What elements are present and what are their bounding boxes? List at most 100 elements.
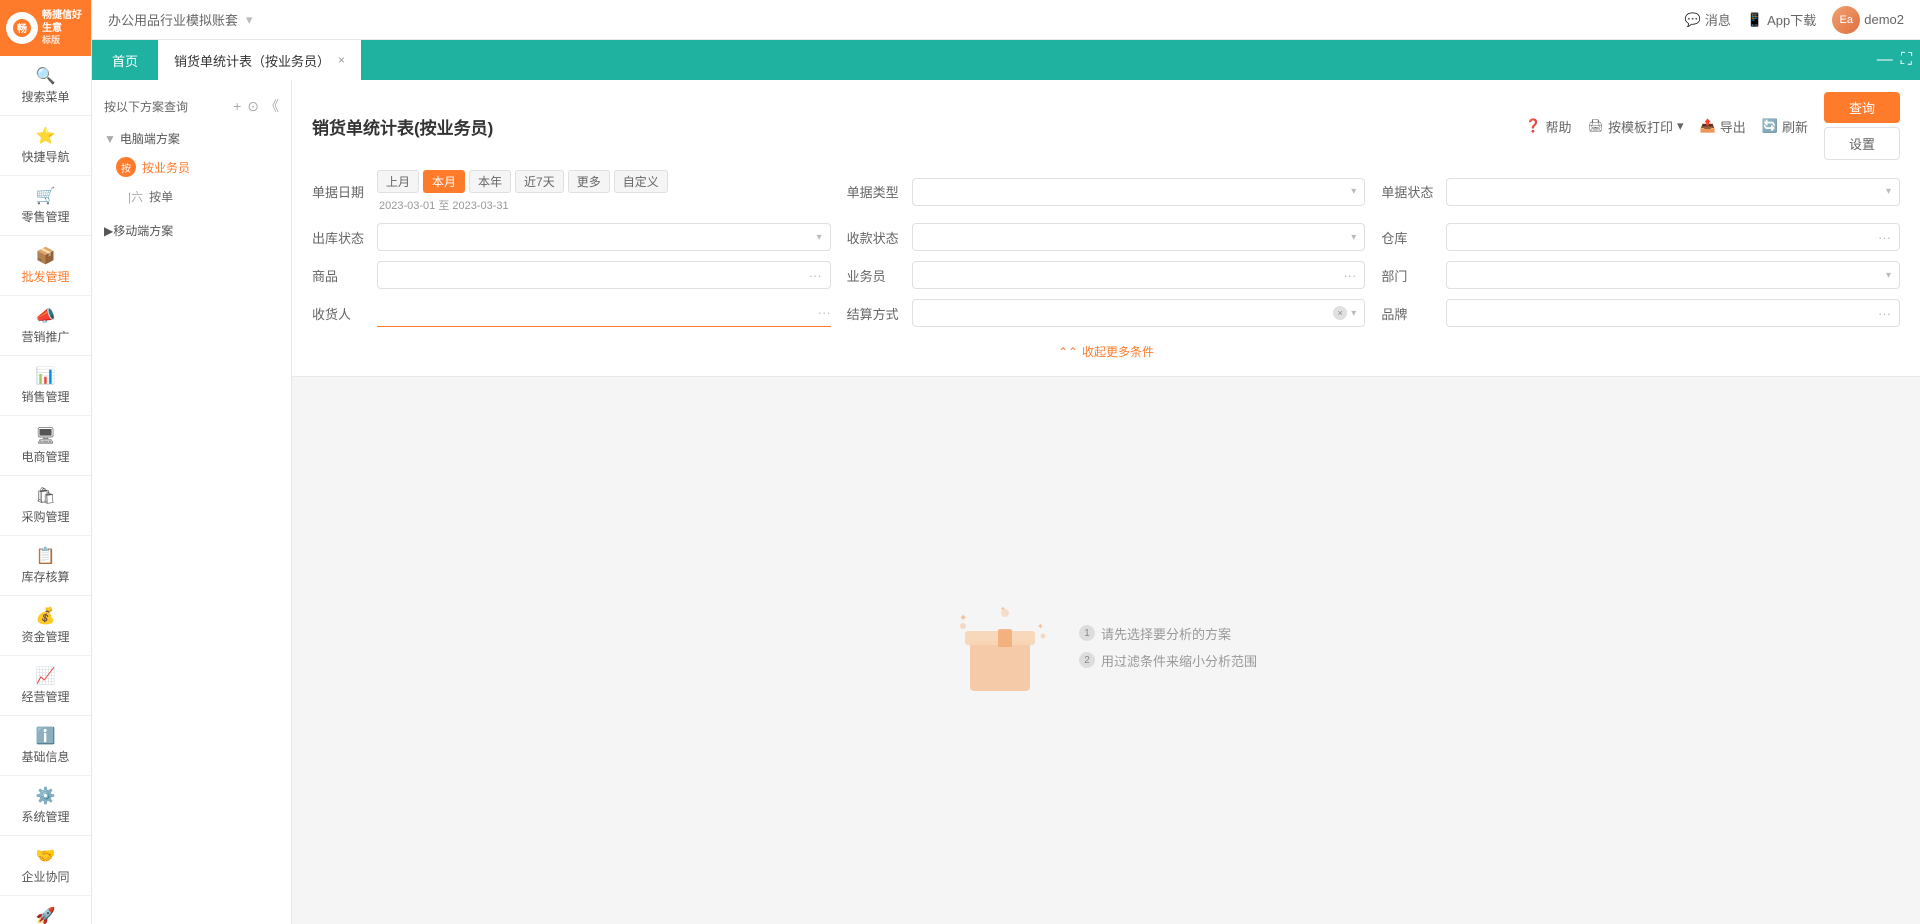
svg-text:✦: ✦ [1000,605,1006,613]
settlement-col: 结算方式 × ▾ [847,299,1366,327]
settlement-clear-btn[interactable]: × [1333,306,1347,320]
copy-scheme-btn[interactable]: ⊙ [247,98,259,115]
doc-status-control[interactable]: ▾ [1446,178,1900,206]
header-right: 💬 消息 📱 App下载 Ea demo2 [1685,6,1904,34]
collapse-filter-btn[interactable]: ⌃⌃ 收起更多条件 [312,337,1900,366]
purchase-icon: 🛍 [4,486,87,506]
date-btn-custom[interactable]: 自定义 [614,170,668,193]
sales-icon: 📊 [4,366,87,386]
sidebar-item-purchase[interactable]: 🛍 采购管理 [0,476,91,536]
message-icon: 💬 [1685,12,1701,28]
doc-type-arrow: ▾ [1351,186,1356,197]
help-btn[interactable]: ❓ 帮助 [1525,117,1571,136]
tab-maximize-btn[interactable]: ⛶ [1901,51,1912,69]
sidebar-item-enterprise[interactable]: 🤝 企业协同 [0,836,91,896]
filter-row-4: 收货人 ··· 结算方式 × ▾ [312,299,1900,327]
query-settings-btns: 查询 设置 [1824,92,1900,160]
tab-home[interactable]: 首页 [92,40,158,80]
sidebar-item-sales[interactable]: 📊 销售管理 [0,356,91,416]
sidebar-item-shortcut[interactable]: ⭐ 快捷导航 [0,116,91,176]
mobile-group-arrow: ▶ [104,224,113,238]
brand-control[interactable]: ··· [1446,299,1900,327]
left-panel-header: 按以下方案查询 + ⊙ 《 [92,90,291,122]
print-btn[interactable]: 🖨 按模板打印 ▾ [1588,117,1684,136]
date-range-display: 2023-03-01 至 2023-03-31 [377,197,831,213]
svg-text:畅: 畅 [17,22,27,35]
empty-content: ✦ ✦ ✦ 1 请先选择要分析的方案 2 用过滤条件来缩小分析范围 [955,601,1257,701]
date-btn-this-year[interactable]: 本年 [469,170,511,193]
sidebar-item-search[interactable]: 🔍 搜索菜单 [0,56,91,116]
consignee-control[interactable]: ··· [377,299,831,327]
warehouse-dots: ··· [1878,230,1891,245]
app-download-btn[interactable]: 📱 App下载 [1747,10,1816,29]
doc-type-label: 单据类型 [847,182,912,201]
sidebar-item-wholesale[interactable]: 📦 批发管理 [0,236,91,296]
mobile-group-header[interactable]: ▶ 移动端方案 [92,218,291,243]
out-status-control[interactable]: ▾ [377,223,831,251]
empty-tips: 1 请先选择要分析的方案 2 用过滤条件来缩小分析范围 [1079,624,1257,678]
empty-tip-1: 1 请先选择要分析的方案 [1079,624,1257,643]
top-header: 办公用品行业模拟账套 ▾ 💬 消息 📱 App下载 Ea demo2 [92,0,1920,40]
sidebar-item-base[interactable]: ℹ️ 基础信息 [0,716,91,776]
settlement-control[interactable]: × ▾ [912,299,1366,327]
tab-active[interactable]: 销货单统计表（按业务员） × [158,40,361,80]
operations-icon: 📈 [4,666,87,686]
date-btn-last-month[interactable]: 上月 [377,170,419,193]
query-button[interactable]: 查询 [1824,92,1900,123]
brand-label: 品牌 [1381,304,1446,323]
warehouse-control[interactable]: ··· [1446,223,1900,251]
left-panel: 按以下方案查询 + ⊙ 《 ▼ 电脑端方案 按 按业务员 [92,80,292,924]
salesperson-control[interactable]: ··· [912,261,1366,289]
sidebar-item-marketing[interactable]: 📣 营销推广 [0,296,91,356]
svg-text:✦: ✦ [959,613,967,624]
out-status-col: 出库状态 ▾ [312,223,831,251]
date-btn-7days[interactable]: 近7天 [515,170,564,193]
sidebar-item-system[interactable]: ⚙️ 系统管理 [0,776,91,836]
filter-row-1: 单据日期 上月 本月 本年 近7天 更多 自定义 20 [312,170,1900,213]
doc-status-col: 单据状态 ▾ [1381,178,1900,206]
user-profile[interactable]: Ea demo2 [1832,6,1904,34]
sidebar-item-newuser[interactable]: 🚀 新手引导 [0,896,91,924]
dropdown-arrow[interactable]: ▾ [246,12,253,28]
avatar: Ea [1832,6,1860,34]
warehouse-label: 仓库 [1381,228,1446,247]
doc-type-control[interactable]: ▾ [912,178,1366,206]
warehouse-col: 仓库 ··· [1381,223,1900,251]
sidebar-item-retail[interactable]: 🛒 零售管理 [0,176,91,236]
sidebar-item-inventory[interactable]: 📋 库存核算 [0,536,91,596]
department-control[interactable]: ▾ [1446,261,1900,289]
goods-dots: ··· [809,268,822,283]
settlement-label: 结算方式 [847,304,912,323]
refresh-btn[interactable]: 🔄 刷新 [1762,117,1808,136]
scheme-sub-item-order[interactable]: |六 按单 [92,183,291,210]
add-scheme-btn[interactable]: + [233,98,241,114]
goods-control[interactable]: ··· [377,261,831,289]
sidebar-item-operations[interactable]: 📈 经营管理 [0,656,91,716]
doc-status-label: 单据状态 [1381,182,1446,201]
date-label: 单据日期 [312,182,377,201]
app-logo: 畅 畅捷信好生意 标版 [0,0,91,56]
export-btn[interactable]: 📤 导出 [1700,117,1746,136]
message-btn[interactable]: 💬 消息 [1685,10,1731,29]
date-btn-this-month[interactable]: 本月 [423,170,465,193]
refresh-icon: 🔄 [1762,118,1778,134]
consignee-label: 收货人 [312,304,377,323]
collapse-panel-btn[interactable]: 《 [265,96,279,116]
date-btn-more[interactable]: 更多 [568,170,610,193]
finance-icon: 💰 [4,606,87,626]
scheme-item-salesperson[interactable]: 按 按业务员 [92,151,291,183]
brand-dots: ··· [1878,306,1891,321]
export-icon: 📤 [1700,118,1716,134]
desktop-group-header[interactable]: ▼ 电脑端方案 [92,126,291,151]
sidebar-item-ecommerce[interactable]: 🖥 电商管理 [0,416,91,476]
tab-minimize-btn[interactable]: — [1877,51,1893,69]
payment-status-control[interactable]: ▾ [912,223,1366,251]
filter-row-3: 商品 ··· 业务员 ··· [312,261,1900,289]
settings-button[interactable]: 设置 [1824,127,1900,160]
suite-title: 办公用品行业模拟账套 [108,10,238,29]
sidebar-item-finance[interactable]: 💰 资金管理 [0,596,91,656]
tab-close-btn[interactable]: × [338,53,345,67]
logo-text: 畅捷信好生意 标版 [42,9,85,47]
tip-num-2: 2 [1079,652,1095,668]
help-icon: ❓ [1525,118,1541,134]
